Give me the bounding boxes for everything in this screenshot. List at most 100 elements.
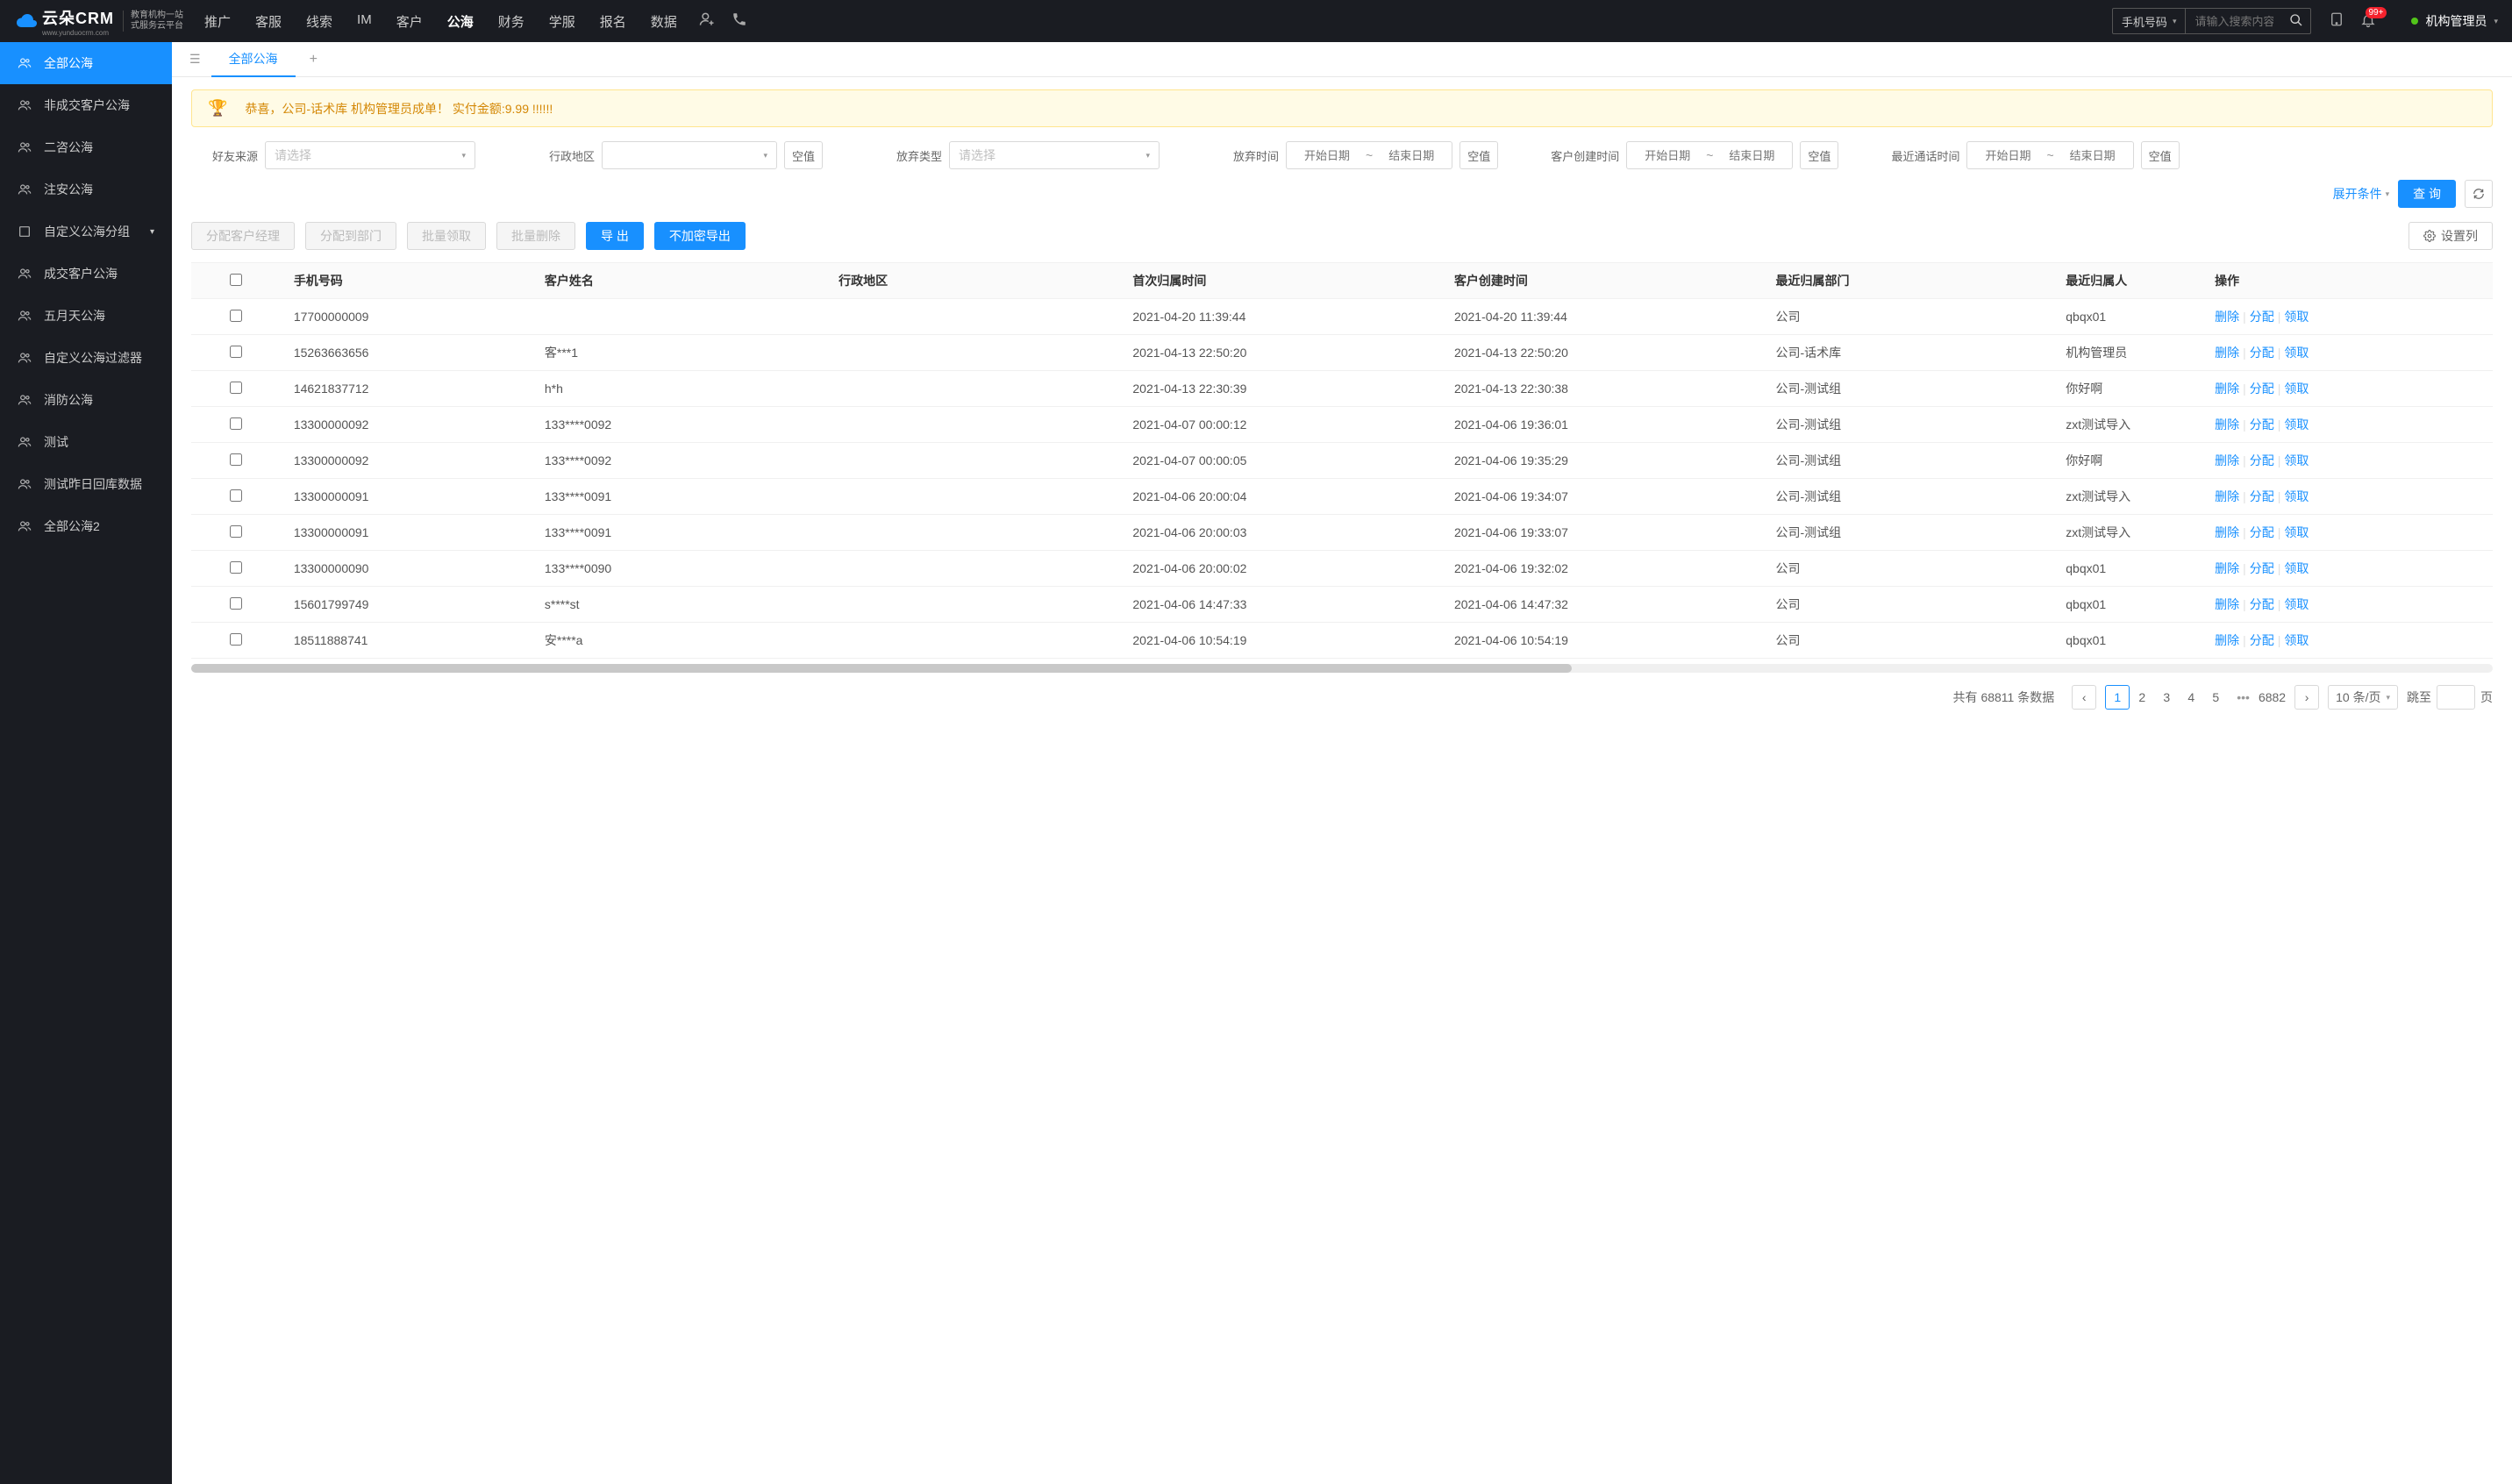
filter-call-time-null-button[interactable]: 空值 (2141, 141, 2180, 169)
row-delete-button[interactable]: 删除 (2215, 380, 2239, 397)
select-all-checkbox[interactable] (230, 274, 242, 286)
sidebar-item-10[interactable]: 测试昨日回库数据 (0, 463, 172, 505)
row-claim-button[interactable]: 领取 (2284, 344, 2309, 361)
nav-item-9[interactable]: 数据 (651, 12, 677, 31)
call-end-date[interactable] (2061, 149, 2124, 162)
filter-abandon-time-range[interactable]: ~ (1286, 141, 1452, 169)
row-assign-button[interactable]: 分配 (2250, 344, 2274, 361)
row-checkbox[interactable] (230, 561, 242, 574)
page-size-select[interactable]: 10 条/页▾ (2328, 685, 2398, 710)
row-assign-button[interactable]: 分配 (2250, 560, 2274, 577)
sidebar-item-2[interactable]: 二咨公海 (0, 126, 172, 168)
pagination-prev[interactable]: ‹ (2072, 685, 2096, 710)
sidebar-item-1[interactable]: 非成交客户公海 (0, 84, 172, 126)
row-checkbox[interactable] (230, 346, 242, 358)
sidebar-item-7[interactable]: 自定义公海过滤器 (0, 337, 172, 379)
row-claim-button[interactable]: 领取 (2284, 560, 2309, 577)
export-button[interactable]: 导 出 (586, 222, 644, 250)
add-user-icon[interactable] (698, 11, 716, 32)
batch-claim-button[interactable]: 批量领取 (407, 222, 486, 250)
abandon-start-date[interactable] (1295, 149, 1359, 162)
create-start-date[interactable] (1636, 149, 1699, 162)
expand-filters-button[interactable]: 展开条件▾ (2333, 185, 2390, 203)
row-delete-button[interactable]: 删除 (2215, 631, 2239, 649)
row-assign-button[interactable]: 分配 (2250, 596, 2274, 613)
set-columns-button[interactable]: 设置列 (2409, 222, 2493, 250)
row-delete-button[interactable]: 删除 (2215, 596, 2239, 613)
horizontal-scrollbar[interactable] (191, 664, 2493, 673)
sidebar-item-3[interactable]: 注安公海 (0, 168, 172, 210)
filter-region-null-button[interactable]: 空值 (784, 141, 823, 169)
search-type-select[interactable]: 手机号码▾ (2113, 9, 2187, 33)
pagination-page-2[interactable]: 2 (2130, 685, 2154, 710)
export-plain-button[interactable]: 不加密导出 (654, 222, 746, 250)
nav-item-5[interactable]: 公海 (447, 12, 474, 31)
row-assign-button[interactable]: 分配 (2250, 631, 2274, 649)
sidebar-item-6[interactable]: 五月天公海 (0, 295, 172, 337)
row-assign-button[interactable]: 分配 (2250, 380, 2274, 397)
query-button[interactable]: 查 询 (2398, 180, 2456, 208)
nav-item-1[interactable]: 客服 (255, 12, 282, 31)
abandon-end-date[interactable] (1380, 149, 1443, 162)
pagination-page-1[interactable]: 1 (2105, 685, 2130, 710)
row-assign-button[interactable]: 分配 (2250, 524, 2274, 541)
row-checkbox[interactable] (230, 417, 242, 430)
refresh-button[interactable] (2465, 180, 2493, 208)
pagination-next[interactable]: › (2294, 685, 2319, 710)
row-assign-button[interactable]: 分配 (2250, 452, 2274, 469)
row-claim-button[interactable]: 领取 (2284, 488, 2309, 505)
notification-bell[interactable]: 99+ (2360, 12, 2376, 31)
nav-item-4[interactable]: 客户 (396, 12, 423, 31)
row-assign-button[interactable]: 分配 (2250, 416, 2274, 433)
row-claim-button[interactable]: 领取 (2284, 524, 2309, 541)
nav-item-8[interactable]: 报名 (600, 12, 626, 31)
assign-dept-button[interactable]: 分配到部门 (305, 222, 396, 250)
pagination-page-3[interactable]: 3 (2154, 685, 2179, 710)
filter-call-time-range[interactable]: ~ (1966, 141, 2133, 169)
row-claim-button[interactable]: 领取 (2284, 631, 2309, 649)
row-delete-button[interactable]: 删除 (2215, 488, 2239, 505)
logo[interactable]: 云朵CRM www.yunduocrm.com (14, 6, 114, 37)
pagination-last[interactable]: 6882 (2259, 685, 2286, 710)
sidebar-item-8[interactable]: 消防公海 (0, 379, 172, 421)
row-claim-button[interactable]: 领取 (2284, 452, 2309, 469)
sidebar-item-9[interactable]: 测试 (0, 421, 172, 463)
user-menu[interactable]: 机构管理员 ▾ (2411, 12, 2498, 30)
sidebar-item-0[interactable]: 全部公海 (0, 42, 172, 84)
row-checkbox[interactable] (230, 453, 242, 466)
row-claim-button[interactable]: 领取 (2284, 416, 2309, 433)
filter-create-time-range[interactable]: ~ (1626, 141, 1793, 169)
filter-region-select[interactable]: ▾ (602, 141, 777, 169)
row-claim-button[interactable]: 领取 (2284, 380, 2309, 397)
row-claim-button[interactable]: 领取 (2284, 596, 2309, 613)
filter-abandon-type-select[interactable]: 请选择▾ (949, 141, 1160, 169)
row-claim-button[interactable]: 领取 (2284, 308, 2309, 325)
create-end-date[interactable] (1720, 149, 1783, 162)
row-assign-button[interactable]: 分配 (2250, 488, 2274, 505)
sidebar-item-4[interactable]: 自定义公海分组▾ (0, 210, 172, 253)
search-icon[interactable] (2282, 13, 2310, 30)
batch-delete-button[interactable]: 批量删除 (496, 222, 575, 250)
nav-item-7[interactable]: 学服 (549, 12, 575, 31)
sidebar-item-11[interactable]: 全部公海2 (0, 505, 172, 547)
nav-item-6[interactable]: 财务 (498, 12, 525, 31)
search-input[interactable] (2186, 15, 2282, 28)
nav-item-2[interactable]: 线索 (306, 12, 332, 31)
nav-item-3[interactable]: IM (357, 12, 372, 31)
phone-icon[interactable] (731, 11, 747, 32)
row-delete-button[interactable]: 删除 (2215, 308, 2239, 325)
row-assign-button[interactable]: 分配 (2250, 308, 2274, 325)
pagination-jump-input[interactable] (2437, 685, 2475, 710)
row-checkbox[interactable] (230, 382, 242, 394)
filter-abandon-time-null-button[interactable]: 空值 (1459, 141, 1498, 169)
tabs-toggle-icon[interactable]: ☰ (179, 52, 211, 67)
pagination-page-4[interactable]: 4 (2179, 685, 2203, 710)
filter-source-select[interactable]: 请选择▾ (265, 141, 475, 169)
row-checkbox[interactable] (230, 597, 242, 610)
row-delete-button[interactable]: 删除 (2215, 344, 2239, 361)
tablet-icon[interactable] (2329, 11, 2344, 32)
assign-manager-button[interactable]: 分配客户经理 (191, 222, 295, 250)
row-checkbox[interactable] (230, 525, 242, 538)
row-delete-button[interactable]: 删除 (2215, 524, 2239, 541)
row-delete-button[interactable]: 删除 (2215, 560, 2239, 577)
